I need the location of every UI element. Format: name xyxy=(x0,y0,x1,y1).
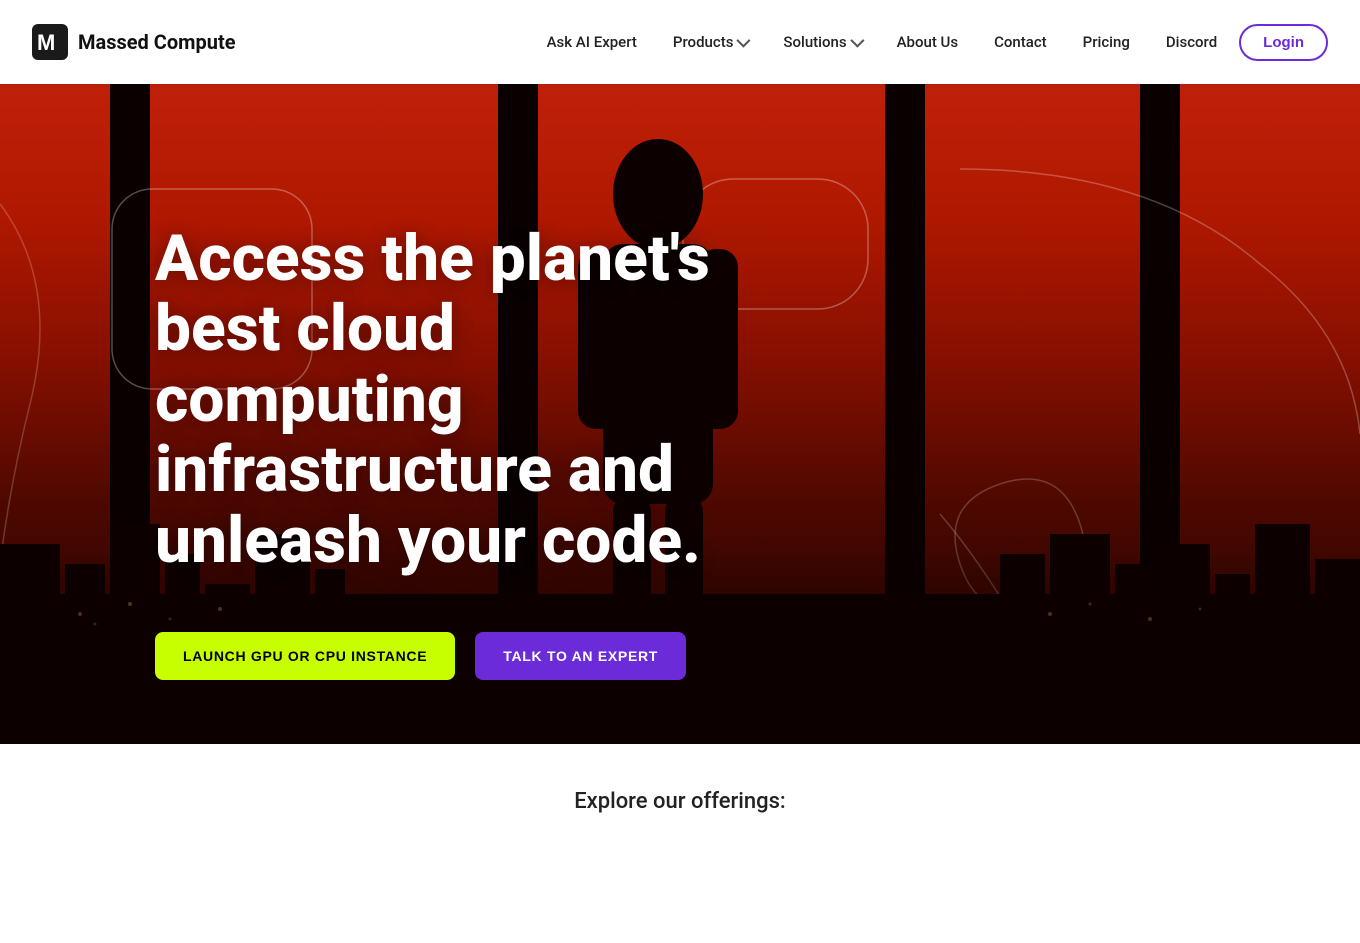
nav-list: Ask AI Expert Products Solutions About U… xyxy=(533,24,1328,61)
nav-item-discord: Discord xyxy=(1152,25,1231,59)
nav-link-discord[interactable]: Discord xyxy=(1152,25,1231,59)
brand-name: Massed Compute xyxy=(78,30,236,54)
nav-link-solutions[interactable]: Solutions xyxy=(769,25,874,59)
hero-content: Access the planet's best cloud computing… xyxy=(0,84,750,680)
products-chevron-icon xyxy=(737,34,751,48)
solutions-chevron-icon xyxy=(850,34,864,48)
nav-link-about-us[interactable]: About Us xyxy=(883,25,973,59)
nav-item-ask-ai-expert: Ask AI Expert xyxy=(533,25,651,59)
below-hero-section: Explore our offerings: xyxy=(0,744,1360,859)
navbar: M Massed Compute Ask AI Expert Products … xyxy=(0,0,1360,84)
nav-item-about-us: About Us xyxy=(883,25,973,59)
hero-title: Access the planet's best cloud computing… xyxy=(155,224,750,576)
nav-link-ask-ai-expert[interactable]: Ask AI Expert xyxy=(533,25,651,59)
launch-instance-button[interactable]: LAUNCH GPU OR CPU INSTANCE xyxy=(155,632,455,680)
nav-item-products: Products xyxy=(659,25,762,59)
explore-offerings-text: Explore our offerings: xyxy=(574,789,786,814)
svg-text:M: M xyxy=(37,30,55,55)
hero-buttons: LAUNCH GPU OR CPU INSTANCE TALK TO AN EX… xyxy=(155,632,750,680)
login-button[interactable]: Login xyxy=(1239,24,1328,61)
nav-link-products[interactable]: Products xyxy=(659,25,762,59)
brand-link[interactable]: M Massed Compute xyxy=(32,24,236,60)
nav-item-pricing: Pricing xyxy=(1069,25,1144,59)
nav-item-login: Login xyxy=(1239,24,1328,61)
talk-to-expert-button[interactable]: TALK TO AN EXPERT xyxy=(475,632,686,680)
nav-item-contact: Contact xyxy=(980,25,1061,59)
nav-link-contact[interactable]: Contact xyxy=(980,25,1061,59)
brand-logo-icon: M xyxy=(32,24,68,60)
hero-section: Access the planet's best cloud computing… xyxy=(0,84,1360,744)
nav-item-solutions: Solutions xyxy=(769,25,874,59)
nav-link-pricing[interactable]: Pricing xyxy=(1069,25,1144,59)
